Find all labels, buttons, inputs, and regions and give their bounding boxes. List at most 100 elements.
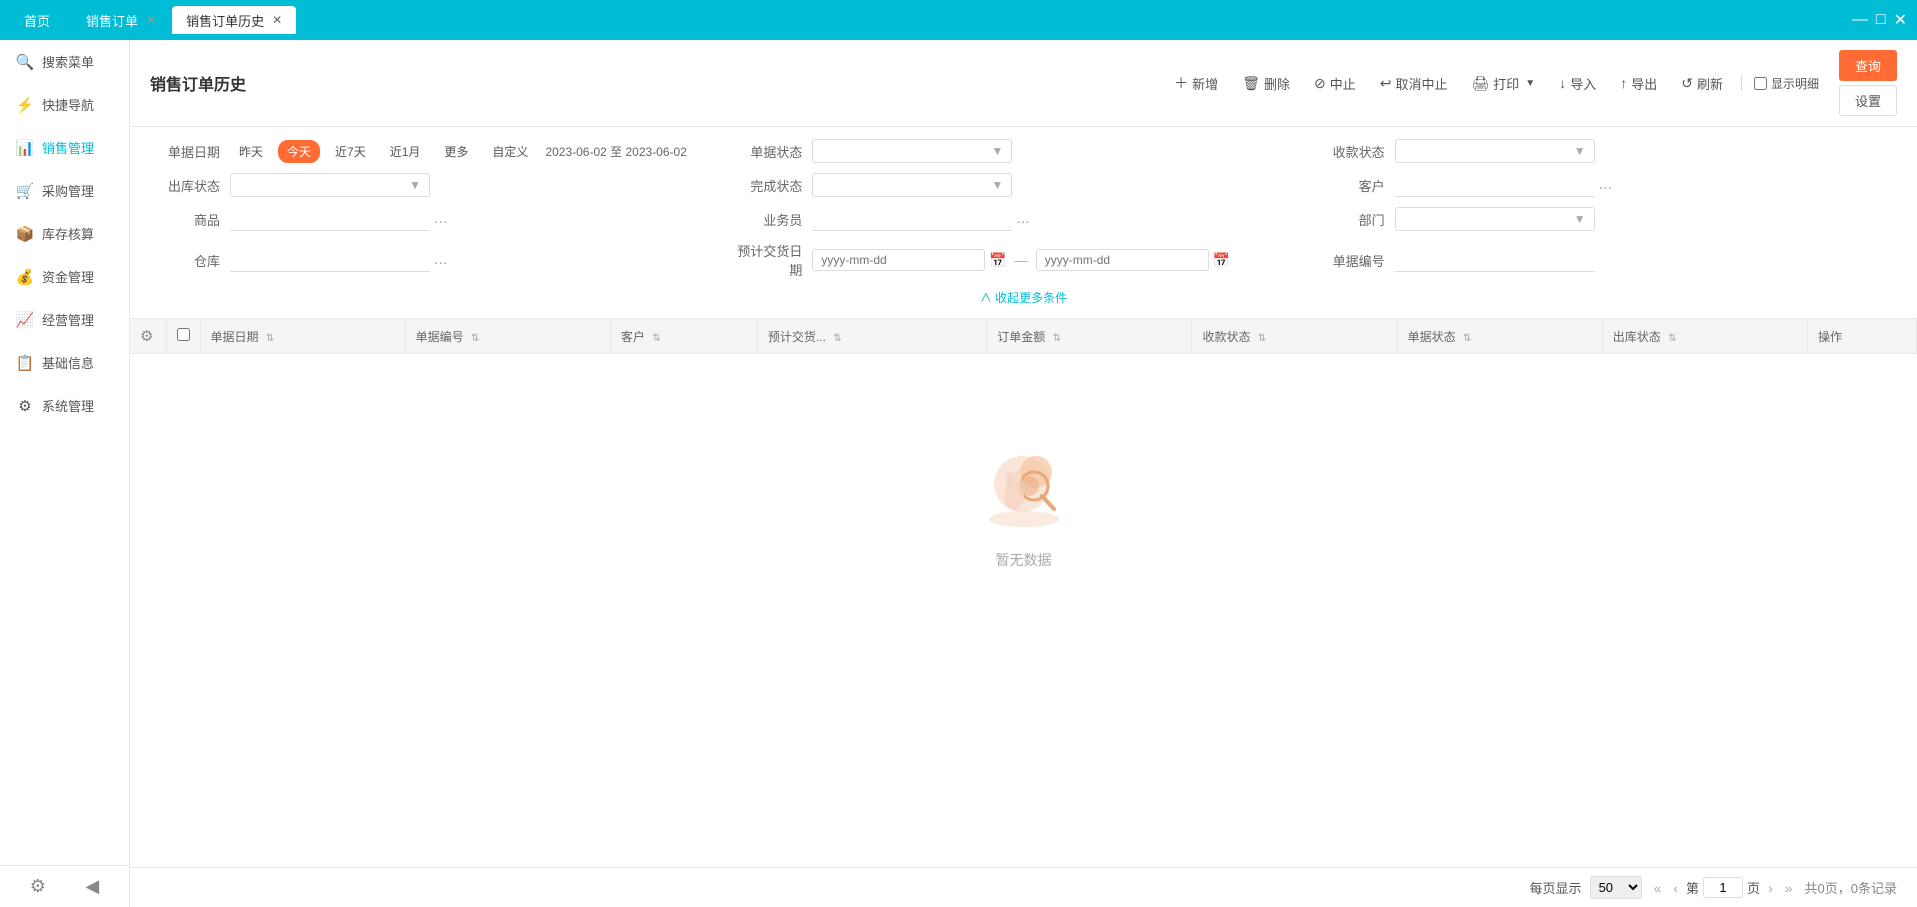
th-out-status[interactable]: 出库状态 ⇅	[1602, 319, 1807, 354]
calendar-end-icon[interactable]: 📅	[1213, 252, 1230, 269]
warehouse-input[interactable]	[230, 248, 430, 272]
first-page-button[interactable]: «	[1650, 878, 1666, 898]
settings-button[interactable]: 设置	[1839, 85, 1897, 116]
prev-page-button[interactable]: ‹	[1669, 878, 1682, 898]
print-button[interactable]: 🖨 打印 ▼	[1465, 70, 1541, 97]
complete-status-select[interactable]: ▼	[812, 173, 1012, 197]
data-table: ⚙ 单据日期 ⇅ 单据编号 ⇅	[130, 319, 1917, 354]
complete-status-filter[interactable]: ▼	[812, 173, 1314, 197]
out-status-filter[interactable]: ▼	[230, 173, 732, 197]
date-btn-yesterday[interactable]: 昨天	[230, 140, 272, 163]
filter-row-4: 仓库 ... 预计交货日期 📅 — 📅 单据编号	[150, 241, 1897, 279]
customer-more-btn[interactable]: ...	[1599, 176, 1612, 194]
th-amount[interactable]: 订单金额 ⇅	[987, 319, 1192, 354]
page-size-select[interactable]: 50 10 20 100	[1590, 876, 1642, 899]
goods-more-btn[interactable]: ...	[434, 210, 447, 228]
import-button[interactable]: ↓ 导入	[1553, 70, 1602, 97]
next-page-button[interactable]: ›	[1764, 878, 1777, 898]
page-number-input[interactable]	[1703, 877, 1743, 898]
query-button[interactable]: 查询	[1839, 50, 1897, 81]
warehouse-more-btn[interactable]: ...	[434, 251, 447, 269]
out-status-select[interactable]: ▼	[230, 173, 430, 197]
minimize-icon[interactable]: —	[1852, 11, 1868, 29]
cart-icon: 🛒	[16, 182, 34, 200]
date-btn-7days[interactable]: 近7天	[326, 140, 375, 163]
payment-status-filter[interactable]: ▼	[1395, 139, 1897, 163]
collapse-bar[interactable]: ∧ 收起更多条件	[150, 289, 1897, 306]
export-button[interactable]: ↑ 导出	[1614, 70, 1663, 97]
salesman-more-btn[interactable]: ...	[1016, 210, 1029, 228]
import-icon: ↓	[1559, 75, 1566, 91]
last-page-button[interactable]: »	[1781, 878, 1797, 898]
tab-sales-order-history[interactable]: 销售订单历史 ✕	[172, 6, 296, 34]
goods-input[interactable]	[230, 207, 430, 231]
filter-area: 单据日期 昨天 今天 近7天 近1月 更多 自定义 2023-06-02 至 2…	[130, 127, 1917, 319]
print-dropdown-icon: ▼	[1525, 78, 1535, 89]
out-status-arrow: ▼	[409, 178, 421, 192]
sidebar-item-search[interactable]: 🔍 搜索菜单	[0, 40, 129, 83]
sidebar-item-system[interactable]: ⚙ 系统管理	[0, 384, 129, 427]
select-all-checkbox[interactable]	[177, 328, 190, 341]
warehouse-filter[interactable]: ...	[230, 248, 732, 272]
tab-close-sales-order[interactable]: ✕	[146, 13, 156, 27]
calendar-start-icon[interactable]: 📅	[989, 252, 1006, 269]
dept-filter[interactable]: ▼	[1395, 207, 1897, 231]
sidebar-item-inventory[interactable]: 📦 库存核算	[0, 212, 129, 255]
salesman-input[interactable]	[812, 207, 1012, 231]
sidebar-item-quick-nav[interactable]: ⚡ 快捷导航	[0, 83, 129, 126]
bill-no-filter[interactable]	[1395, 248, 1897, 272]
th-customer[interactable]: 客户 ⇅	[610, 319, 757, 354]
th-bill-no[interactable]: 单据编号 ⇅	[405, 319, 610, 354]
dept-label: 部门	[1315, 210, 1395, 229]
sidebar-item-management[interactable]: 📈 经营管理	[0, 298, 129, 341]
bill-no-input[interactable]	[1395, 248, 1595, 272]
tab-home[interactable]: 首页	[10, 6, 64, 34]
customer-input[interactable]	[1395, 173, 1595, 197]
restore-icon[interactable]: □	[1876, 11, 1886, 29]
sidebar-bottom: ⚙ ◀	[0, 865, 129, 907]
tab-close-history[interactable]: ✕	[272, 13, 282, 27]
stop-icon: ⊘	[1314, 75, 1326, 92]
th-date[interactable]: 单据日期 ⇅	[200, 319, 405, 354]
sidebar-item-sales[interactable]: 📊 销售管理	[0, 126, 129, 169]
show-detail-input[interactable]	[1754, 77, 1767, 90]
payment-status-select[interactable]: ▼	[1395, 139, 1595, 163]
collapse-sidebar-icon[interactable]: ◀	[85, 876, 99, 897]
sidebar-item-purchase[interactable]: 🛒 采购管理	[0, 169, 129, 212]
date-btn-custom[interactable]: 自定义	[483, 140, 537, 163]
stop-button[interactable]: ⊘ 中止	[1308, 70, 1362, 97]
tab-sales-order[interactable]: 销售订单 ✕	[72, 6, 170, 34]
cancel-stop-button[interactable]: ↩ 取消中止	[1374, 70, 1454, 97]
date-filter: 昨天 今天 近7天 近1月 更多 自定义 2023-06-02 至 2023-0…	[230, 140, 732, 163]
sidebar-item-basic-info[interactable]: 📋 基础信息	[0, 341, 129, 384]
add-button[interactable]: ＋ 新增	[1168, 69, 1224, 97]
date-btn-1month[interactable]: 近1月	[381, 140, 430, 163]
top-bar: 首页 销售订单 ✕ 销售订单历史 ✕ — □ ✕	[0, 0, 1917, 40]
gear-sidebar-icon: ⚙	[16, 397, 34, 415]
table-gear-icon[interactable]: ⚙	[140, 328, 153, 345]
th-expected-date[interactable]: 预计交货... ⇅	[757, 319, 986, 354]
settings-bottom-icon[interactable]: ⚙	[30, 876, 46, 897]
th-bill-status[interactable]: 单据状态 ⇅	[1397, 319, 1602, 354]
expected-date-start-input[interactable]	[812, 249, 985, 271]
info-icon: 📋	[16, 354, 34, 372]
expected-date-end-input[interactable]	[1036, 249, 1209, 271]
bill-no-label: 单据编号	[1315, 251, 1395, 270]
th-settings[interactable]: ⚙	[130, 319, 166, 354]
sidebar-item-finance[interactable]: 💰 资金管理	[0, 255, 129, 298]
salesman-filter[interactable]: ...	[812, 207, 1314, 231]
close-window-icon[interactable]: ✕	[1894, 10, 1907, 30]
show-detail-checkbox[interactable]: 显示明细	[1754, 75, 1819, 92]
th-payment-status[interactable]: 收款状态 ⇅	[1192, 319, 1397, 354]
date-btn-today[interactable]: 今天	[278, 140, 320, 163]
delete-button[interactable]: 🗑 删除	[1236, 70, 1296, 97]
date-btn-more[interactable]: 更多	[435, 140, 477, 163]
refresh-button[interactable]: ↺ 刷新	[1675, 70, 1729, 97]
sort-outstatus-icon: ⇅	[1668, 333, 1676, 344]
customer-filter[interactable]: ...	[1395, 173, 1897, 197]
th-check[interactable]	[166, 319, 200, 354]
bill-status-filter[interactable]: ▼	[812, 139, 1314, 163]
goods-filter[interactable]: ...	[230, 207, 732, 231]
bill-status-select[interactable]: ▼	[812, 139, 1012, 163]
dept-select[interactable]: ▼	[1395, 207, 1595, 231]
